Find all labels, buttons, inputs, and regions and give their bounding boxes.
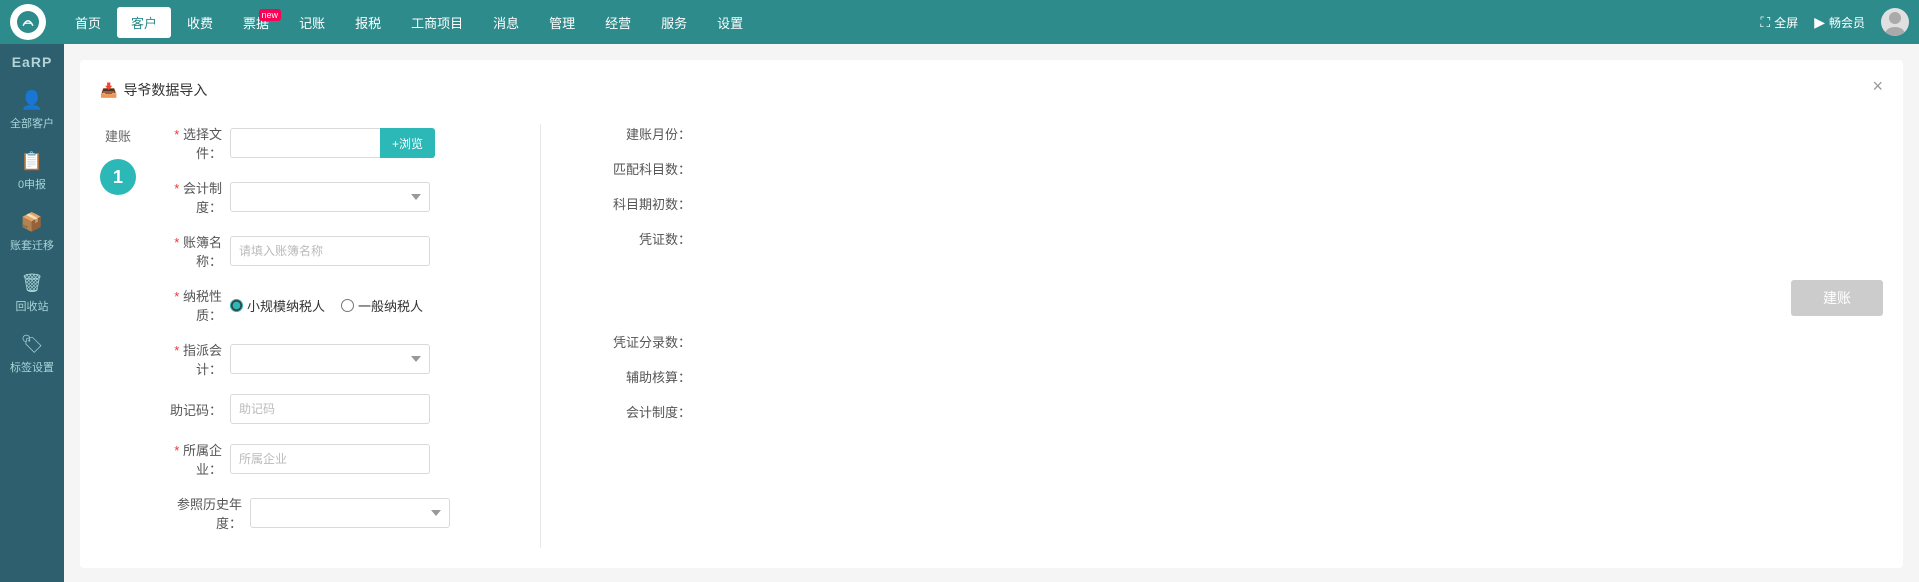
sidebar-item-tag-settings[interactable]: 🏷 标签设置 [4, 326, 60, 383]
file-input-group: +浏览 [230, 128, 435, 158]
close-button[interactable]: × [1872, 76, 1883, 97]
step-label: 建账 [105, 126, 131, 145]
nav-item-manage[interactable]: 管理 [535, 7, 589, 38]
required-star-6: * [174, 443, 179, 458]
nav-item-tax[interactable]: 报税 [341, 7, 395, 38]
account-migration-icon: 📦 [21, 212, 43, 233]
file-label: * 选择文件： [152, 124, 222, 162]
sidebar-item-account-migration[interactable]: 📦 账套迁移 [4, 204, 60, 261]
historical-year-select[interactable] [250, 498, 450, 528]
nav-item-home[interactable]: 首页 [61, 7, 115, 38]
fullscreen-button[interactable]: ⛶ 全屏 [1760, 14, 1798, 31]
form-fields: * 选择文件： +浏览 * 会计制度： [152, 124, 520, 548]
required-star-5: * [174, 343, 179, 358]
sidebar-logo: EaRP [12, 54, 53, 70]
small-taxpayer-option[interactable]: 小规模纳税人 [230, 296, 325, 315]
account-name-input[interactable] [230, 236, 430, 266]
required-star-3: * [174, 235, 179, 250]
recycle-bin-icon: 🗑 [21, 273, 44, 294]
vip-icon: ▶ [1814, 14, 1825, 31]
mnemonic-label: 助记码： [152, 400, 222, 419]
avatar[interactable] [1881, 8, 1909, 36]
mnemonic-input[interactable] [230, 394, 430, 424]
info-row-initial-number: 科目期初数： [601, 194, 1883, 213]
accountant-select[interactable] [230, 344, 430, 374]
form-row-accountant: * 指派会计： [152, 340, 520, 378]
panel-title: 📥 导爷数据导入 [100, 80, 1883, 100]
sidebar-item-zero-declaration[interactable]: 📋 0申报 [4, 143, 60, 200]
form-row-mnemonic: 助记码： [152, 394, 520, 424]
content-area: 📥 导爷数据导入 × 建账 1 * [64, 44, 1919, 582]
initial-number-label: 科目期初数： [601, 194, 691, 213]
nav-right: ⛶ 全屏 ▶ 畅会员 [1760, 8, 1909, 36]
enterprise-input[interactable] [230, 444, 430, 474]
enterprise-label: * 所属企业： [152, 440, 222, 478]
main-layout: EaRP 👤 全部客户 📋 0申报 📦 账套迁移 🗑 回收站 🏷 标签设置 📥 [0, 44, 1919, 582]
info-row-voucher-count: 凭证数： [601, 229, 1883, 248]
nav-item-customers[interactable]: 客户 [117, 7, 171, 38]
form-row-accounting-system: * 会计制度： [152, 178, 520, 216]
nav-item-messages[interactable]: 消息 [479, 7, 533, 38]
info-row-month: 建账月份： [601, 124, 1883, 143]
info-row-auxiliary: 辅助核算： [601, 367, 1883, 386]
nav-item-business[interactable]: 工商项目 [397, 7, 477, 38]
nav-item-settings[interactable]: 设置 [703, 7, 757, 38]
right-accounting-system-label: 会计制度： [601, 402, 691, 421]
nav-item-tickets[interactable]: 票据 new [229, 7, 283, 38]
info-row-subject-count: 匹配科目数： [601, 159, 1883, 178]
general-taxpayer-radio[interactable] [341, 299, 354, 312]
form-left: 建账 1 * 选择文件： +浏览 [100, 124, 520, 548]
accounting-system-label: * 会计制度： [152, 178, 222, 216]
sidebar: EaRP 👤 全部客户 📋 0申报 📦 账套迁移 🗑 回收站 🏷 标签设置 [0, 44, 64, 582]
required-star-2: * [174, 181, 179, 196]
nav-item-bookkeeping[interactable]: 记账 [285, 7, 339, 38]
subject-count-label: 匹配科目数： [601, 159, 691, 178]
browse-button[interactable]: +浏览 [380, 128, 435, 158]
nav-item-service[interactable]: 服务 [647, 7, 701, 38]
nav-item-fees[interactable]: 收费 [173, 7, 227, 38]
tax-nature-radio-group: 小规模纳税人 一般纳税人 [230, 296, 423, 315]
form-row-file: * 选择文件： +浏览 [152, 124, 520, 162]
logo[interactable] [10, 4, 46, 40]
form-row-enterprise: * 所属企业： [152, 440, 520, 478]
file-input[interactable] [230, 128, 380, 158]
month-label: 建账月份： [601, 124, 691, 143]
required-star: * [174, 127, 179, 142]
accounting-system-select[interactable] [230, 182, 430, 212]
auxiliary-label: 辅助核算： [601, 367, 691, 386]
form-right: 建账月份： 匹配科目数： 科目期初数： 凭证数： [561, 124, 1883, 548]
fullscreen-icon: ⛶ [1760, 14, 1770, 31]
import-panel: 📥 导爷数据导入 × 建账 1 * [80, 60, 1903, 568]
all-customers-icon: 👤 [21, 90, 43, 111]
required-star-4: * [174, 289, 179, 304]
vip-button[interactable]: ▶ 畅会员 [1814, 14, 1865, 31]
vertical-divider [540, 124, 541, 548]
step-badge: 1 [100, 159, 136, 195]
form-row-tax-nature: * 纳税性质： 小规模纳税人 一般纳税人 [152, 286, 520, 324]
import-icon: 📥 [100, 82, 117, 99]
general-taxpayer-option[interactable]: 一般纳税人 [341, 296, 423, 315]
form-layout: 建账 1 * 选择文件： +浏览 [100, 124, 1883, 548]
info-row-accounting-system: 会计制度： [601, 402, 1883, 421]
sidebar-item-recycle-bin[interactable]: 🗑 回收站 [4, 265, 60, 322]
create-account-button[interactable]: 建账 [1791, 280, 1883, 316]
account-name-label: * 账簿名称： [152, 232, 222, 270]
info-row-entry-count: 凭证分录数： [601, 332, 1883, 351]
form-row-historical-year: 参照历史年度： [152, 494, 520, 532]
accountant-label: * 指派会计： [152, 340, 222, 378]
zero-declaration-icon: 📋 [21, 151, 43, 172]
entry-count-label: 凭证分录数： [601, 332, 691, 351]
tag-settings-icon: 🏷 [21, 334, 44, 355]
form-row-account-name: * 账簿名称： [152, 232, 520, 270]
small-taxpayer-radio[interactable] [230, 299, 243, 312]
voucher-count-label: 凭证数： [601, 229, 691, 248]
nav-items: 首页 客户 收费 票据 new 记账 报税 工商项目 消息 管理 经营 服务 设… [61, 7, 1760, 38]
sidebar-item-all-customers[interactable]: 👤 全部客户 [4, 82, 60, 139]
historical-year-label: 参照历史年度： [152, 494, 242, 532]
tax-nature-label: * 纳税性质： [152, 286, 222, 324]
top-navigation: 首页 客户 收费 票据 new 记账 报税 工商项目 消息 管理 经营 服务 设… [0, 0, 1919, 44]
new-badge: new [259, 9, 282, 21]
nav-item-operation[interactable]: 经营 [591, 7, 645, 38]
